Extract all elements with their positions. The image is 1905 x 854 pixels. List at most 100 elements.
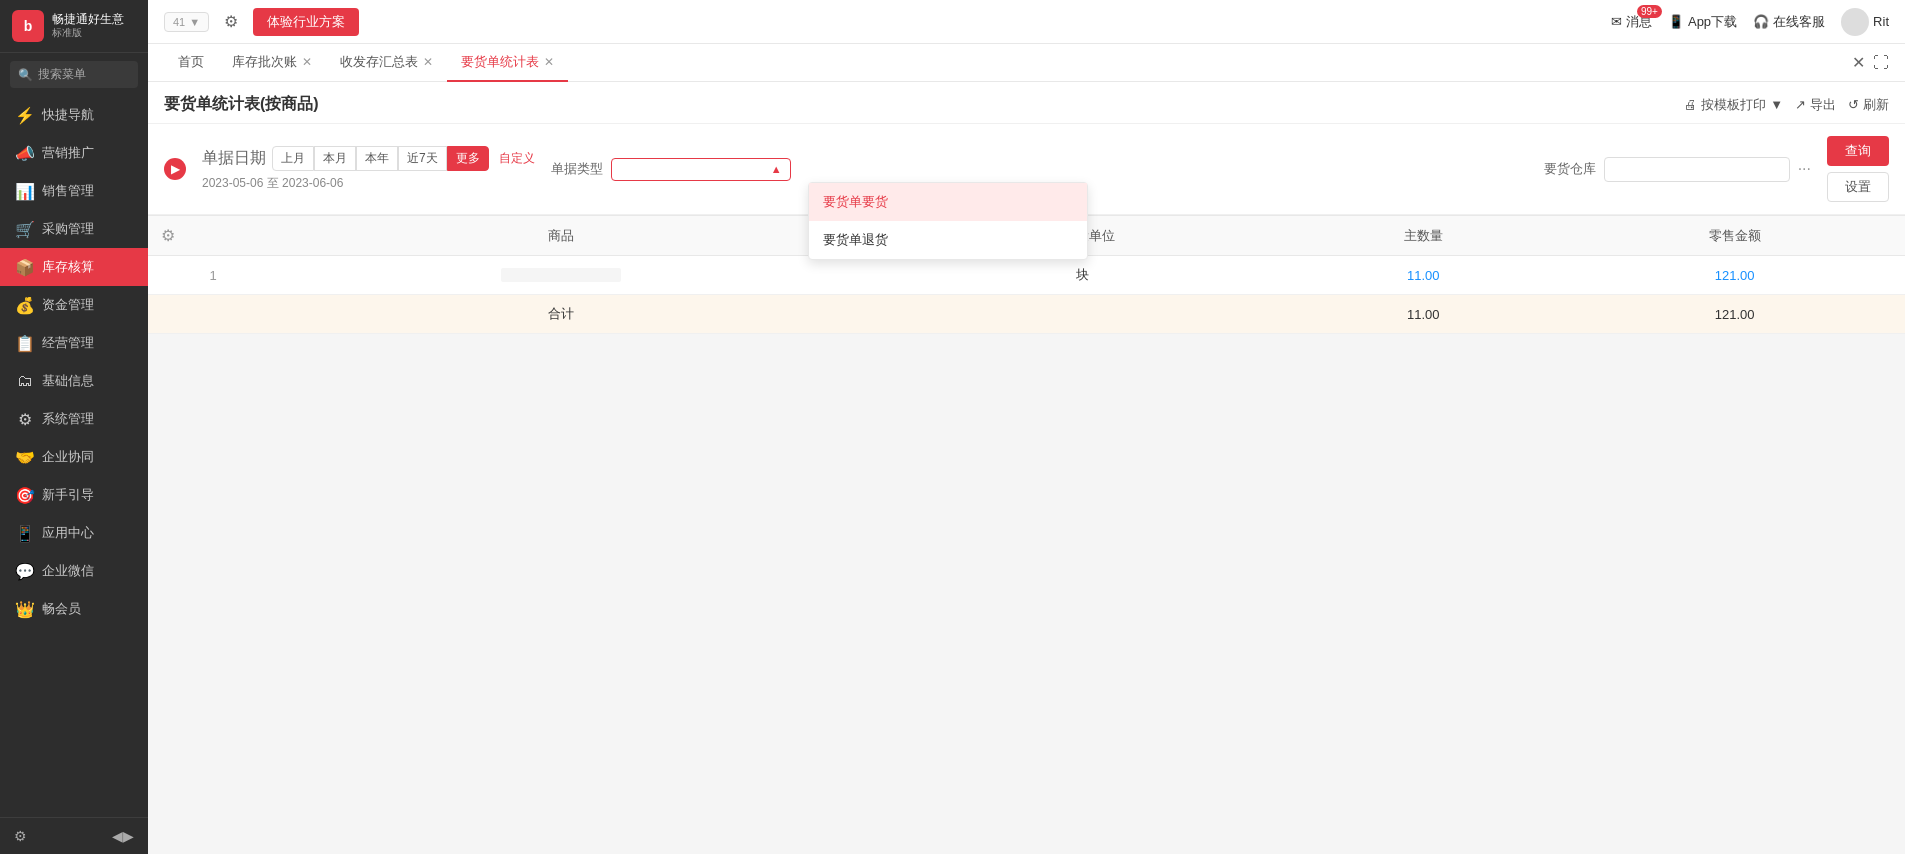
export-label: 导出 — [1810, 96, 1836, 114]
app-download-label: App下载 — [1688, 13, 1737, 31]
app-download-btn[interactable]: 📱 App下载 — [1668, 13, 1737, 31]
dropdown-item-order-return[interactable]: 要货单退货 — [809, 221, 1087, 259]
industry-btn[interactable]: 体验行业方案 — [253, 8, 359, 36]
date-btn-more[interactable]: 更多 — [447, 146, 489, 171]
page-title: 要货单统计表(按商品) — [164, 94, 319, 115]
summary-quantity-value: 11.00 — [1407, 307, 1440, 322]
sidebar-item-quick-nav[interactable]: ⚡ 快捷导航 — [0, 96, 148, 134]
guide-icon: 🎯 — [16, 486, 34, 504]
tab-collect-label: 收发存汇总表 — [340, 53, 418, 71]
online-service-btn[interactable]: 🎧 在线客服 — [1753, 13, 1825, 31]
sidebar-item-member[interactable]: 👑 畅会员 — [0, 590, 148, 628]
tab-home-label: 首页 — [178, 53, 204, 71]
date-btn-7days[interactable]: 近7天 — [398, 146, 447, 171]
set-btn[interactable]: 设置 — [1827, 172, 1889, 202]
sidebar-item-sales[interactable]: 📊 销售管理 — [0, 172, 148, 210]
sidebar-collapse-btn[interactable]: ◀▶ — [112, 828, 134, 844]
sidebar-item-inventory[interactable]: 📦 库存核算 — [0, 248, 148, 286]
filter-date-row: 单据日期 上月 本月 本年 近7天 更多 自定义 — [202, 146, 535, 171]
sidebar-item-label: 基础信息 — [42, 372, 94, 390]
basic-icon: 🗂 — [16, 372, 34, 390]
type-label: 单据类型 — [551, 160, 603, 178]
summary-unit-cell — [883, 295, 1282, 334]
online-service-label: 在线客服 — [1773, 13, 1825, 31]
sidebar-item-label: 企业微信 — [42, 562, 94, 580]
sidebar-search[interactable]: 🔍 搜索菜单 — [10, 61, 138, 88]
refresh-icon: ↺ — [1848, 97, 1859, 112]
message-icon: ✉ — [1611, 14, 1622, 29]
tab-home[interactable]: 首页 — [164, 44, 218, 82]
sidebar-item-system[interactable]: ⚙ 系统管理 — [0, 400, 148, 438]
app-logo-icon: b — [12, 10, 44, 42]
tab-expand-icon[interactable]: ⛶ — [1873, 54, 1889, 72]
type-select-arrow: ▲ — [771, 163, 782, 175]
sidebar-item-business[interactable]: 📋 经营管理 — [0, 324, 148, 362]
seq-number: 1 — [209, 268, 216, 283]
sidebar-item-label: 销售管理 — [42, 182, 94, 200]
table-gear-icon[interactable]: ⚙ — [161, 227, 175, 244]
row-product — [238, 256, 883, 295]
tab-collect-close[interactable]: ✕ — [423, 56, 433, 68]
type-select[interactable]: ▲ — [611, 158, 791, 181]
date-buttons: 上月 本月 本年 近7天 更多 — [272, 146, 489, 171]
sidebar-item-label: 畅会员 — [42, 600, 81, 618]
sidebar-item-basic[interactable]: 🗂 基础信息 — [0, 362, 148, 400]
filter-toggle-btn[interactable]: ▶ — [164, 158, 186, 180]
tab-count-selector[interactable]: 41 ▼ — [164, 12, 209, 32]
col-seq — [188, 216, 238, 256]
sidebar-item-wechat[interactable]: 💬 企业微信 — [0, 552, 148, 590]
quantity-value[interactable]: 11.00 — [1407, 268, 1440, 283]
warehouse-input[interactable] — [1604, 157, 1790, 182]
sidebar-item-purchase[interactable]: 🛒 采购管理 — [0, 210, 148, 248]
date-custom-btn[interactable]: 自定义 — [499, 150, 535, 167]
sidebar-settings-btn[interactable]: ⚙ — [14, 828, 27, 844]
print-icon: 🖨 — [1684, 97, 1697, 112]
dropdown-item-order-goods[interactable]: 要货单要货 — [809, 183, 1087, 221]
export-action[interactable]: ↗ 导出 — [1795, 96, 1836, 114]
print-action[interactable]: 🖨 按模板打印 ▼ — [1684, 96, 1783, 114]
enterprise-icon: 🤝 — [16, 448, 34, 466]
summary-amount: 121.00 — [1564, 295, 1905, 334]
tab-bar: 首页 库存批次账 ✕ 收发存汇总表 ✕ 要货单统计表 ✕ ✕ ⛶ — [148, 44, 1905, 82]
filter-date-group: 单据日期 上月 本月 本年 近7天 更多 自定义 2023-05-06 至 20… — [202, 146, 535, 192]
print-arrow: ▼ — [1770, 97, 1783, 112]
filter-more-btn[interactable]: ··· — [1798, 160, 1811, 178]
user-avatar-area[interactable]: Rit — [1841, 8, 1889, 36]
tab-order-close[interactable]: ✕ — [544, 56, 554, 68]
table-row: 1 块 11.00 — [148, 256, 1905, 295]
sidebar-item-enterprise[interactable]: 🤝 企业协同 — [0, 438, 148, 476]
topbar-gear-btn[interactable]: ⚙ — [217, 8, 245, 36]
query-btn[interactable]: 查询 — [1827, 136, 1889, 166]
tab-order-summary[interactable]: 要货单统计表 ✕ — [447, 44, 568, 82]
search-label: 搜索菜单 — [38, 66, 86, 83]
messages-btn[interactable]: ✉ 消息 99+ — [1611, 13, 1652, 31]
topbar: 41 ▼ ⚙ 体验行业方案 ✉ 消息 99+ 📱 App下载 🎧 在线客服 R — [148, 0, 1905, 44]
unit-value: 块 — [1076, 267, 1089, 282]
tab-batch-account[interactable]: 库存批次账 ✕ — [218, 44, 326, 82]
date-btn-this-year[interactable]: 本年 — [356, 146, 398, 171]
refresh-label: 刷新 — [1863, 96, 1889, 114]
refresh-action[interactable]: ↺ 刷新 — [1848, 96, 1889, 114]
date-btn-this-month[interactable]: 本月 — [314, 146, 356, 171]
sidebar-item-finance[interactable]: 💰 资金管理 — [0, 286, 148, 324]
summary-label-cell: 合计 — [238, 295, 883, 334]
date-btn-last-month[interactable]: 上月 — [272, 146, 314, 171]
date-label: 单据日期 — [202, 148, 266, 169]
wechat-icon: 💬 — [16, 562, 34, 580]
sidebar-footer: ⚙ ◀▶ — [0, 817, 148, 854]
tab-collect-summary[interactable]: 收发存汇总表 ✕ — [326, 44, 447, 82]
filter-bar: ▶ 单据日期 上月 本月 本年 近7天 更多 自定义 — [148, 124, 1905, 215]
dropdown-item-label: 要货单要货 — [823, 194, 888, 209]
sidebar-item-label: 采购管理 — [42, 220, 94, 238]
tab-selector-arrow: ▼ — [189, 16, 200, 28]
sidebar-item-app-center[interactable]: 📱 应用中心 — [0, 514, 148, 552]
type-selected-value — [620, 162, 624, 177]
row-amount: 121.00 — [1564, 256, 1905, 295]
tab-close-all-icon[interactable]: ✕ — [1852, 53, 1865, 72]
date-range: 2023-05-06 至 2023-06-06 — [202, 175, 343, 192]
sidebar-item-marketing[interactable]: 📣 营销推广 — [0, 134, 148, 172]
sidebar-item-guide[interactable]: 🎯 新手引导 — [0, 476, 148, 514]
tab-batch-close[interactable]: ✕ — [302, 56, 312, 68]
app-center-icon: 📱 — [16, 524, 34, 542]
amount-value[interactable]: 121.00 — [1715, 268, 1755, 283]
